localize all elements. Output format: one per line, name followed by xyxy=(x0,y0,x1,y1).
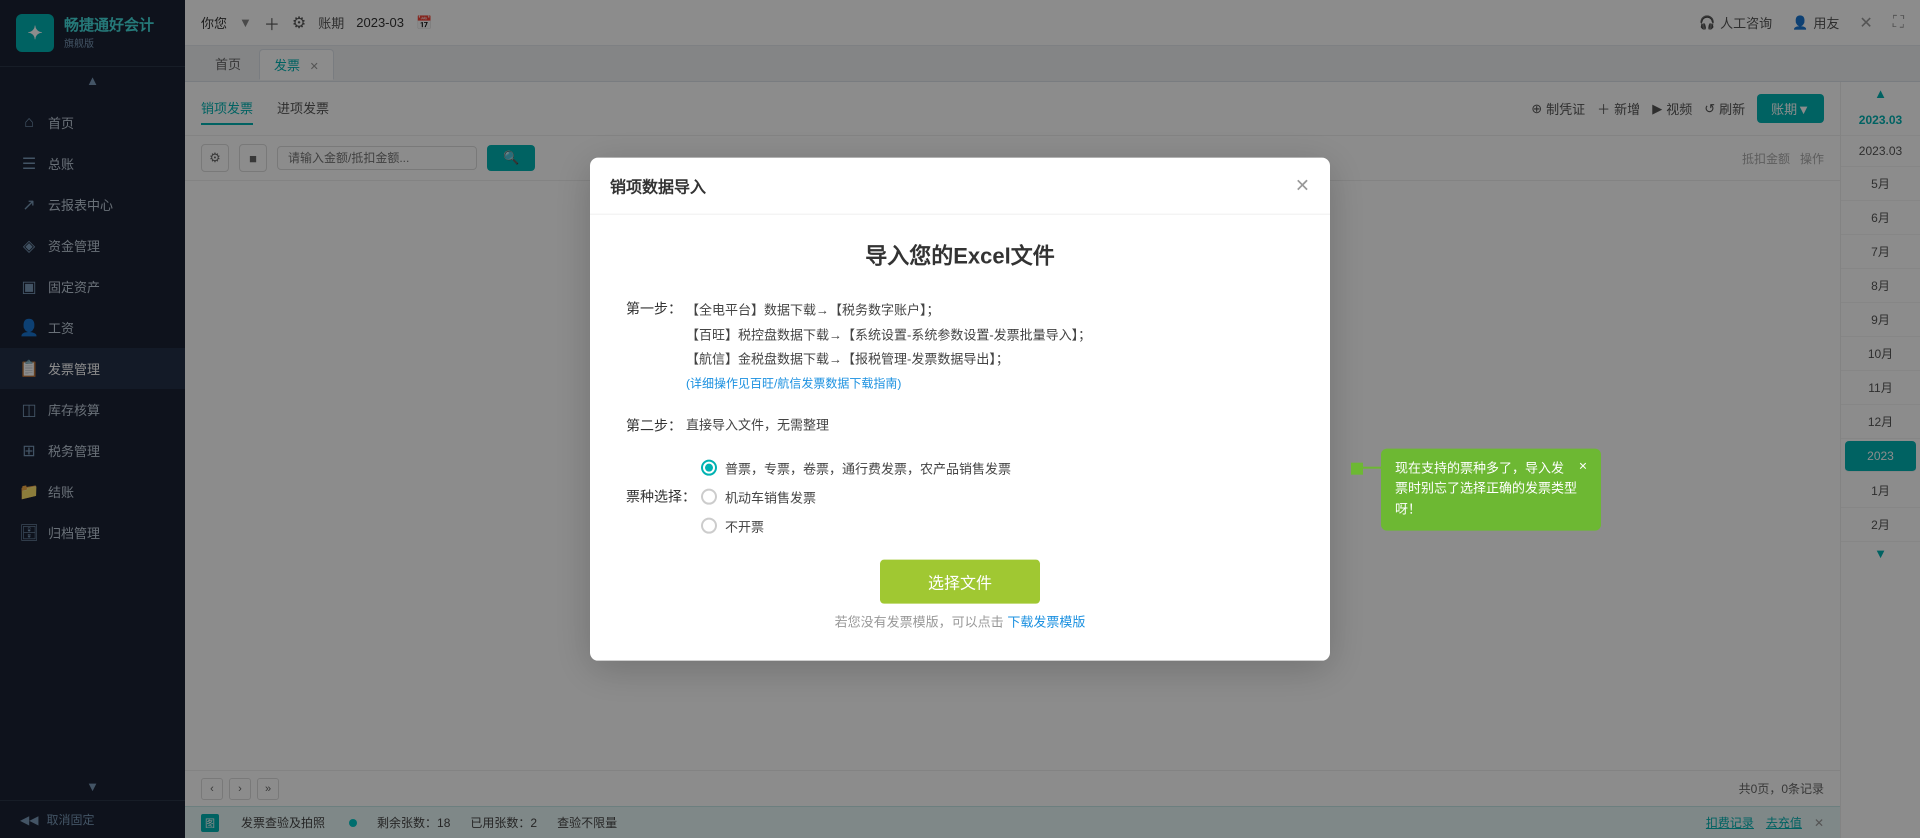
ticket-type-row: 票种选择： 普票，专票，卷票，通行费发票，农产品销售发票 xyxy=(626,458,1294,535)
step1-link[interactable]: (详细操作见百旺/航信发票数据下载指南) xyxy=(686,373,1091,396)
import-modal: 销项数据导入 ✕ 导入您的Excel文件 第一步： 【全电平台】数据下载→【税务… xyxy=(590,158,1330,661)
radio-1-inner xyxy=(705,464,713,472)
radio-option-3[interactable]: 不开票 xyxy=(701,516,1011,535)
radio-3-circle xyxy=(701,518,717,534)
footer-note-text: 若您没有发票模版，可以点击 xyxy=(835,614,1004,629)
radio-1-label: 普票，专票，卷票，通行费发票，农产品销售发票 xyxy=(725,458,1011,477)
radio-2-circle xyxy=(701,489,717,505)
tooltip-bubble: × 现在支持的票种多了，导入发票时别忘了选择正确的发票类型呀！ xyxy=(1381,448,1601,530)
modal-main-title: 导入您的Excel文件 xyxy=(626,239,1294,271)
tooltip-container: × 现在支持的票种多了，导入发票时别忘了选择正确的发票类型呀！ xyxy=(1381,448,1601,530)
step1-row: 第一步： 【全电平台】数据下载→【税务数字账户】； 【百旺】税控盘数据下载→【系… xyxy=(626,299,1294,396)
step2-content: 直接导入文件，无需整理 xyxy=(686,414,829,439)
modal-header: 销项数据导入 ✕ xyxy=(590,158,1330,215)
ticket-label: 票种选择： xyxy=(626,487,701,507)
radio-group: 普票，专票，卷票，通行费发票，农产品销售发票 × 现在支持的票种多了，导入发票时… xyxy=(701,458,1011,535)
step1-line-3: 【航信】金税盘数据下载→【报税管理-发票数据导出】； xyxy=(686,348,1091,373)
tooltip-line xyxy=(1359,466,1381,468)
step1-label: 第一步： xyxy=(626,299,686,396)
radio-option-2[interactable]: 机动车销售发票 xyxy=(701,487,1011,506)
tooltip-close-button[interactable]: × xyxy=(1579,458,1587,472)
modal-close-button[interactable]: ✕ xyxy=(1295,177,1310,195)
step1-line-2: 【百旺】税控盘数据下载→【系统设置-系统参数设置-发票批量导入】； xyxy=(686,323,1091,348)
tooltip-anchor: × 现在支持的票种多了，导入发票时别忘了选择正确的发票类型呀！ xyxy=(1381,448,1601,530)
modal-title: 销项数据导入 xyxy=(610,174,706,198)
step1-line-1: 【全电平台】数据下载→【税务数字账户】； xyxy=(686,299,1091,324)
modal-footer-note: 若您没有发票模版，可以点击 下载发票模版 xyxy=(626,611,1294,630)
radio-1-circle xyxy=(701,460,717,476)
step2-label: 第二步： xyxy=(626,416,686,436)
tooltip-text: 现在支持的票种多了，导入发票时别忘了选择正确的发票类型呀！ xyxy=(1395,460,1577,517)
radio-2-label: 机动车销售发票 xyxy=(725,487,816,506)
modal-body: 导入您的Excel文件 第一步： 【全电平台】数据下载→【税务数字账户】； 【百… xyxy=(590,215,1330,661)
select-file-button[interactable]: 选择文件 xyxy=(880,559,1040,603)
step2-row: 第二步： 直接导入文件，无需整理 xyxy=(626,414,1294,439)
download-template-link[interactable]: 下载发票模版 xyxy=(1007,614,1085,629)
radio-option-1[interactable]: 普票，专票，卷票，通行费发票，农产品销售发票 × 现在支持的票种多了，导入发票时… xyxy=(701,458,1011,477)
step1-content: 【全电平台】数据下载→【税务数字账户】； 【百旺】税控盘数据下载→【系统设置-系… xyxy=(686,299,1091,396)
radio-3-label: 不开票 xyxy=(725,516,764,535)
